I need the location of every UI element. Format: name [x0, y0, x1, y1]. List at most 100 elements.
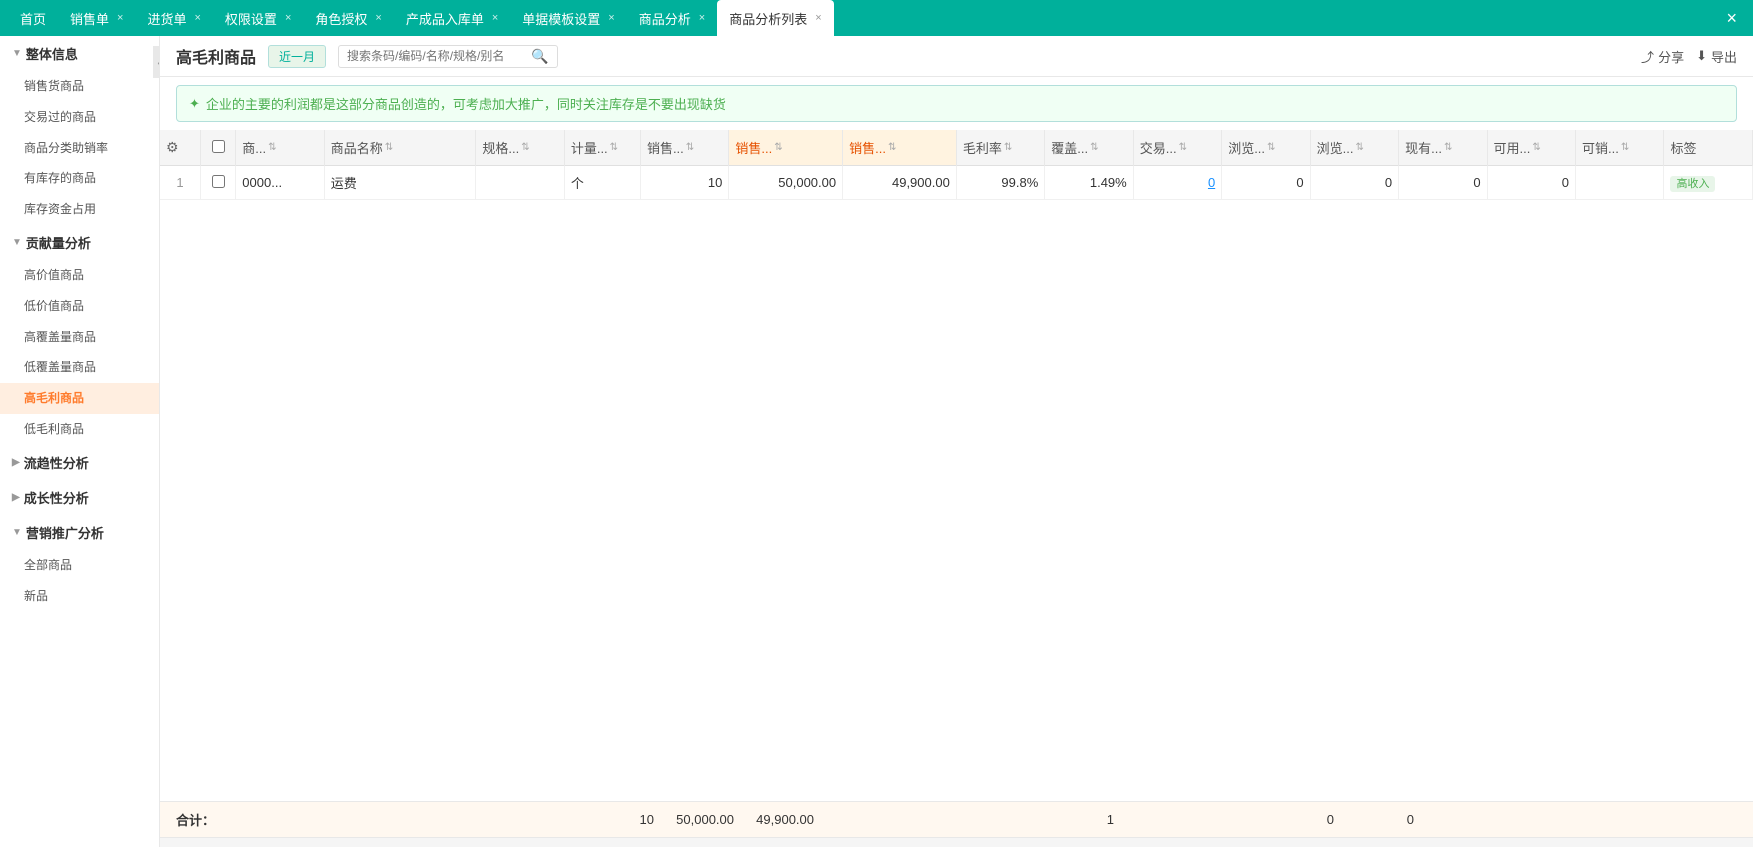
nav-sales-order[interactable]: 销售单 ×	[58, 0, 135, 36]
row-sales-qty: 10	[640, 166, 728, 200]
arrow-down-icon2: ▼	[12, 237, 22, 248]
sort-icon-stock-current: ⇅	[1444, 142, 1452, 153]
col-stock-saleable[interactable]: 可销... ⇅	[1576, 130, 1664, 166]
export-icon: ⬇	[1696, 48, 1707, 64]
nav-close-sales-order[interactable]: ×	[117, 12, 123, 24]
sidebar-item-traded-goods[interactable]: 交易过的商品	[0, 102, 159, 133]
data-table: ⚙ 商... ⇅	[160, 130, 1753, 200]
sidebar-item-high-coverage-goods[interactable]: 高覆盖量商品	[0, 322, 159, 353]
close-all-button[interactable]: ×	[1718, 8, 1745, 29]
sidebar-item-category-sales-rate[interactable]: 商品分类助销率	[0, 133, 159, 164]
col-checkbox[interactable]	[200, 130, 235, 166]
nav-role-auth[interactable]: 角色授权 ×	[303, 0, 393, 36]
nav-close-product-stock[interactable]: ×	[492, 12, 498, 24]
row-product-name: 运费	[324, 166, 476, 200]
row-transactions[interactable]: 0	[1133, 166, 1221, 200]
row-views2: 0	[1310, 166, 1398, 200]
sidebar-group-trend-analysis[interactable]: ▶ 流趋性分析	[0, 445, 159, 480]
col-unit[interactable]: 计量... ⇅	[564, 130, 640, 166]
sidebar-item-high-margin-goods[interactable]: 高毛利商品	[0, 383, 159, 414]
nav-product-analysis-list[interactable]: 商品分析列表 ×	[717, 0, 833, 36]
select-all-checkbox[interactable]	[212, 140, 225, 153]
footer-spacer3	[1126, 812, 1266, 827]
sidebar-item-low-margin-goods[interactable]: 低毛利商品	[0, 414, 159, 445]
col-coverage[interactable]: 覆盖... ⇅	[1045, 130, 1133, 166]
sidebar-item-sales-goods[interactable]: 销售货商品	[0, 71, 159, 102]
row-stock-saleable	[1576, 166, 1664, 200]
nav-close-permission-settings[interactable]: ×	[285, 12, 291, 24]
search-icon[interactable]: 🔍	[531, 48, 548, 65]
gear-icon[interactable]: ⚙	[166, 139, 179, 156]
sort-icon-views2: ⇅	[1355, 142, 1363, 153]
col-sales2[interactable]: 销售... ⇅	[729, 130, 843, 166]
col-gear[interactable]: ⚙	[160, 130, 200, 166]
sidebar-group-marketing-analysis[interactable]: ▼ 营销推广分析	[0, 515, 159, 550]
sidebar-group-growth-analysis[interactable]: ▶ 成长性分析	[0, 480, 159, 515]
nav-purchase-order[interactable]: 进货单 ×	[135, 0, 212, 36]
sidebar-item-all-goods[interactable]: 全部商品	[0, 550, 159, 581]
sort-icon-sales3: ⇅	[888, 142, 896, 153]
col-stock-saleable-label: 可销...	[1582, 138, 1619, 157]
nav-product-stock[interactable]: 产成品入库单 ×	[394, 0, 510, 36]
col-code[interactable]: 商... ⇅	[236, 130, 324, 166]
sidebar-item-in-stock-goods[interactable]: 有库存的商品	[0, 163, 159, 194]
horizontal-scrollbar[interactable]	[160, 837, 1753, 847]
sort-icon-spec: ⇅	[521, 142, 529, 153]
sort-icon-coverage: ⇅	[1090, 142, 1098, 153]
tag-badge: 高收入	[1670, 176, 1715, 192]
sort-icon-stock-available: ⇅	[1532, 142, 1540, 153]
sidebar-item-high-value-goods[interactable]: 高价值商品	[0, 260, 159, 291]
nav-close-product-analysis[interactable]: ×	[699, 12, 705, 24]
col-spec[interactable]: 规格... ⇅	[476, 130, 564, 166]
row-sales-profit: 49,900.00	[843, 166, 957, 200]
sidebar-group-overall-info[interactable]: ▼ 整体信息	[0, 36, 159, 71]
nav-close-purchase-order[interactable]: ×	[194, 12, 200, 24]
col-stock-available[interactable]: 可用... ⇅	[1487, 130, 1575, 166]
col-sales3-label: 销售...	[849, 138, 886, 157]
nav-close-template-settings[interactable]: ×	[608, 12, 614, 24]
col-transactions[interactable]: 交易... ⇅	[1133, 130, 1221, 166]
share-button[interactable]: ⤴ 分享	[1641, 47, 1684, 66]
col-stock-current[interactable]: 现有... ⇅	[1399, 130, 1487, 166]
col-sales3[interactable]: 销售... ⇅	[843, 130, 957, 166]
row-stock-current: 0	[1399, 166, 1487, 200]
col-views2-label: 浏览...	[1317, 138, 1354, 157]
footer-stock1: 0	[1266, 812, 1346, 827]
page-title: 高毛利商品	[176, 44, 256, 68]
sidebar-item-new-products[interactable]: 新品	[0, 581, 159, 612]
col-views1[interactable]: 浏览... ⇅	[1222, 130, 1310, 166]
col-margin-rate[interactable]: 毛利率 ⇅	[956, 130, 1044, 166]
sidebar-item-low-coverage-goods[interactable]: 低覆盖量商品	[0, 352, 159, 383]
footer-stock2: 0	[1346, 812, 1426, 827]
sidebar-item-low-value-goods[interactable]: 低价值商品	[0, 291, 159, 322]
nav-template-settings[interactable]: 单据模板设置 ×	[510, 0, 626, 36]
row-checkbox[interactable]	[212, 175, 225, 188]
col-tag-label: 标签	[1670, 138, 1696, 157]
search-input[interactable]	[347, 49, 527, 63]
row-spec	[476, 166, 564, 200]
row-coverage: 1.49%	[1045, 166, 1133, 200]
nav-close-product-analysis-list[interactable]: ×	[815, 12, 821, 24]
footer-profit: 49,900.00	[746, 812, 826, 827]
nav-home[interactable]: 首页	[8, 0, 58, 36]
col-name[interactable]: 商品名称 ⇅	[324, 130, 476, 166]
nav-product-analysis[interactable]: 商品分析 ×	[627, 0, 717, 36]
sidebar-group-contribution-analysis[interactable]: ▼ 贡献量分析	[0, 225, 159, 260]
table-row: 1 0000... 运费 个 10 50,000.00 49,900.00 99…	[160, 166, 1753, 200]
sort-icon-sales2: ⇅	[774, 142, 782, 153]
col-sales1[interactable]: 销售... ⇅	[640, 130, 728, 166]
sidebar-item-inventory-capital[interactable]: 库存资金占用	[0, 194, 159, 225]
nav-permission-settings[interactable]: 权限设置 ×	[213, 0, 303, 36]
content-area: 高毛利商品 近一月 🔍 ⤴ 分享 ⬇ 导出 ✦ 企业的主要的利润都是这部分商品创…	[160, 36, 1753, 847]
sidebar-collapse-button[interactable]: «	[153, 46, 160, 78]
top-navigation: 首页 销售单 × 进货单 × 权限设置 × 角色授权 × 产成品入库单 × 单据…	[0, 0, 1753, 36]
row-checkbox-cell[interactable]	[200, 166, 235, 200]
export-button[interactable]: ⬇ 导出	[1696, 47, 1737, 66]
col-views2[interactable]: 浏览... ⇅	[1310, 130, 1398, 166]
time-filter-button[interactable]: 近一月	[268, 45, 326, 68]
footer-total-values: 10 50,000.00 49,900.00 1 0 0	[296, 812, 1737, 827]
transactions-link[interactable]: 0	[1208, 175, 1215, 190]
row-views1: 0	[1222, 166, 1310, 200]
col-tag[interactable]: 标签	[1664, 130, 1753, 166]
nav-close-role-auth[interactable]: ×	[375, 12, 381, 24]
